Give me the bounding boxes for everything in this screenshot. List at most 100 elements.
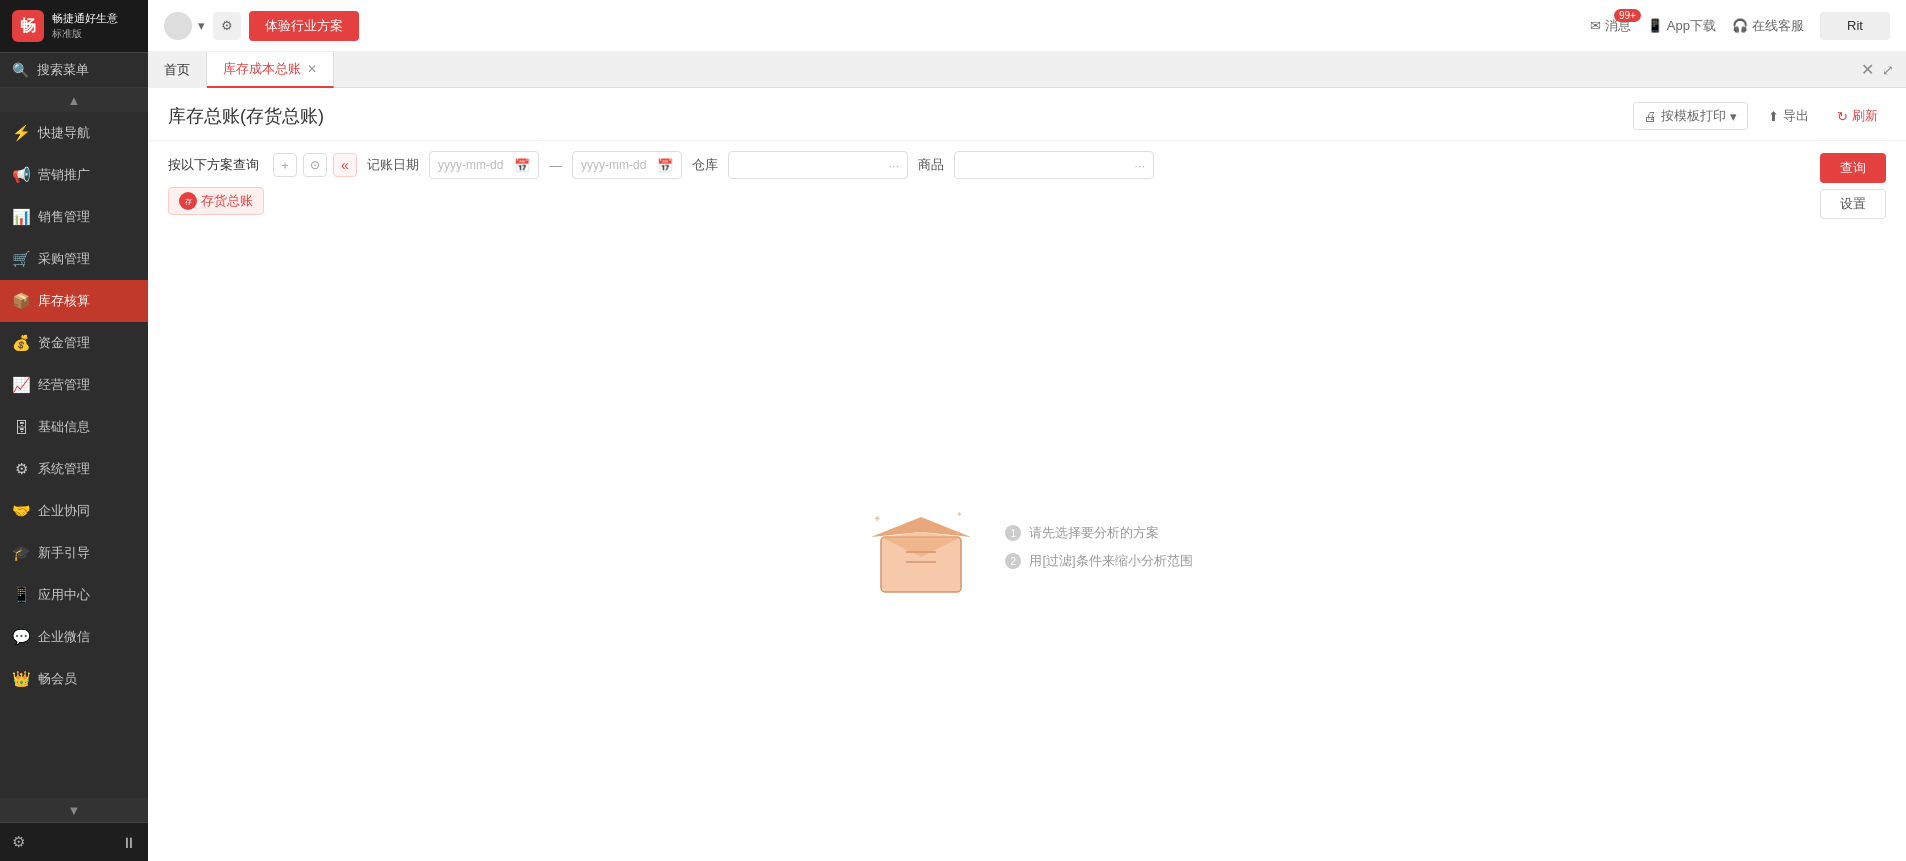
print-dropdown-icon[interactable]: ▾ bbox=[1730, 109, 1737, 124]
page-actions: 🖨 按模板打印 ▾ ⬆ 导出 ↻ 刷新 bbox=[1633, 102, 1886, 130]
refresh-button[interactable]: ↻ 刷新 bbox=[1829, 103, 1886, 129]
hint-2: 2 用[过滤]条件来缩小分析范围 bbox=[1005, 552, 1192, 570]
tabbar-close-button[interactable]: ✕ bbox=[1861, 60, 1874, 79]
date-end-input[interactable]: yyyy-mm-dd 📅 bbox=[572, 151, 682, 179]
shortcuts-icon: ⚡ bbox=[12, 124, 30, 142]
topbar-user-info: Rit bbox=[1820, 12, 1890, 40]
search-icon: 🔍 bbox=[12, 62, 29, 78]
sidebar-item-inventory[interactable]: 📦 库存核算 bbox=[0, 280, 148, 322]
empty-state: ✦ ✦ 1 请先选择要分析的方案 2 用[过滤]条件来缩小分析范围 bbox=[148, 233, 1906, 861]
product-label: 商品 bbox=[918, 156, 944, 174]
filter-add-button[interactable]: ＋ bbox=[273, 153, 297, 177]
sidebar-scroll-up[interactable]: ▲ bbox=[0, 88, 148, 112]
cooperation-icon: 🤝 bbox=[12, 502, 30, 520]
hint-2-num: 2 bbox=[1005, 553, 1021, 569]
filter-label: 按以下方案查询 bbox=[168, 156, 259, 174]
export-icon: ⬆ bbox=[1768, 109, 1779, 124]
message-icon: ✉ bbox=[1590, 18, 1601, 33]
calendar-start-icon: 📅 bbox=[514, 158, 530, 173]
logo-icon: 畅 bbox=[12, 10, 44, 42]
filter-and-actions: 按以下方案查询 ＋ ⊙ « 记账日期 yyyy-mm-dd 📅 — bbox=[148, 141, 1906, 233]
date-label: 记账日期 bbox=[367, 156, 419, 174]
sidebar-nav: ⚡ 快捷导航 📢 营销推广 📊 销售管理 🛒 采购管理 📦 库存核算 💰 资金管… bbox=[0, 112, 148, 798]
finance-icon: 💰 bbox=[12, 334, 30, 352]
trial-button[interactable]: 体验行业方案 bbox=[249, 11, 359, 41]
topbar-settings-button[interactable]: ⚙ bbox=[213, 12, 241, 40]
sidebar-item-marketing[interactable]: 📢 营销推广 bbox=[0, 154, 148, 196]
sidebar-item-basic[interactable]: 🗄 基础信息 bbox=[0, 406, 148, 448]
page-header: 库存总账(存货总账) 🖨 按模板打印 ▾ ⬆ 导出 ↻ 刷新 bbox=[148, 88, 1906, 141]
online-service-button[interactable]: 🎧 在线客服 bbox=[1732, 17, 1804, 35]
sidebar-item-finance[interactable]: 💰 资金管理 bbox=[0, 322, 148, 364]
main-body: 按以下方案查询 ＋ ⊙ « 记账日期 yyyy-mm-dd 📅 — bbox=[148, 141, 1906, 861]
page-content: 库存总账(存货总账) 🖨 按模板打印 ▾ ⬆ 导出 ↻ 刷新 bbox=[148, 88, 1906, 861]
action-col: 查询 设置 bbox=[1820, 151, 1886, 219]
print-button[interactable]: 🖨 按模板打印 ▾ bbox=[1633, 102, 1748, 130]
product-select[interactable]: ··· bbox=[954, 151, 1154, 179]
sidebar-item-system[interactable]: ⚙ 系统管理 bbox=[0, 448, 148, 490]
page-title: 库存总账(存货总账) bbox=[168, 104, 324, 128]
tabbar-resize-button[interactable]: ⤢ bbox=[1882, 62, 1894, 78]
sidebar-item-management[interactable]: 📈 经营管理 bbox=[0, 364, 148, 406]
toggle-icon[interactable]: ⏸ bbox=[121, 834, 136, 851]
main-wrap: ▾ ⚙ 体验行业方案 ✉ 消息 99+ 📱 App下载 🎧 在线客服 Rit bbox=[148, 0, 1906, 861]
newuser-icon: 🎓 bbox=[12, 544, 30, 562]
hint-1: 1 请先选择要分析的方案 bbox=[1005, 524, 1192, 542]
headset-icon: 🎧 bbox=[1732, 18, 1748, 33]
svg-text:✦: ✦ bbox=[873, 513, 881, 524]
gear-icon: ⚙ bbox=[221, 18, 233, 33]
sidebar-item-appstore[interactable]: 📱 应用中心 bbox=[0, 574, 148, 616]
settings-bottom-icon[interactable]: ⚙ bbox=[12, 833, 25, 851]
sidebar: 畅 畅捷通好生意 标准版 🔍 搜索菜单 ▲ ⚡ 快捷导航 📢 营销推广 📊 销售… bbox=[0, 0, 148, 861]
tabbar: 首页 库存成本总账 ✕ ✕ ⤢ bbox=[148, 52, 1906, 88]
date-start-input[interactable]: yyyy-mm-dd 📅 bbox=[429, 151, 539, 179]
sidebar-item-shortcuts[interactable]: ⚡ 快捷导航 bbox=[0, 112, 148, 154]
scheme-icon: 存 bbox=[179, 192, 197, 210]
tab-home[interactable]: 首页 bbox=[148, 52, 207, 88]
sidebar-item-purchase[interactable]: 🛒 采购管理 bbox=[0, 238, 148, 280]
export-button[interactable]: ⬆ 导出 bbox=[1760, 103, 1817, 129]
sidebar-item-newuser[interactable]: 🎓 新手引导 bbox=[0, 532, 148, 574]
svg-text:存: 存 bbox=[185, 198, 192, 205]
sidebar-scroll-down[interactable]: ▼ bbox=[0, 798, 148, 822]
app-download-button[interactable]: 📱 App下载 bbox=[1647, 17, 1716, 35]
topbar-dropdown-icon[interactable]: ▾ bbox=[198, 18, 205, 33]
sidebar-item-member[interactable]: 👑 畅会员 bbox=[0, 658, 148, 700]
system-icon: ⚙ bbox=[12, 460, 30, 478]
mobile-icon: 📱 bbox=[1647, 18, 1663, 33]
sidebar-item-cooperation[interactable]: 🤝 企业协同 bbox=[0, 490, 148, 532]
warehouse-more-icon: ··· bbox=[888, 158, 899, 173]
empty-hints: 1 请先选择要分析的方案 2 用[过滤]条件来缩小分析范围 bbox=[1005, 524, 1192, 570]
filter-collapse-button[interactable]: « bbox=[333, 153, 357, 177]
scheme-tag[interactable]: 存 存货总账 bbox=[168, 187, 264, 215]
warehouse-label: 仓库 bbox=[692, 156, 718, 174]
warehouse-select[interactable]: ··· bbox=[728, 151, 908, 179]
refresh-icon: ↻ bbox=[1837, 109, 1848, 124]
sidebar-search[interactable]: 🔍 搜索菜单 bbox=[0, 53, 148, 88]
topbar-user-area[interactable]: ▾ bbox=[164, 12, 205, 40]
message-button[interactable]: ✉ 消息 99+ bbox=[1590, 17, 1631, 35]
sidebar-item-sales[interactable]: 📊 销售管理 bbox=[0, 196, 148, 238]
topbar-right: ✉ 消息 99+ 📱 App下载 🎧 在线客服 Rit bbox=[1590, 12, 1890, 40]
member-icon: 👑 bbox=[12, 670, 30, 688]
scheme-name: 存货总账 bbox=[201, 192, 253, 210]
query-button[interactable]: 查询 bbox=[1820, 153, 1886, 183]
product-more-icon: ··· bbox=[1134, 158, 1145, 173]
filter-icons: ＋ ⊙ « bbox=[273, 153, 357, 177]
wechat-icon: 💬 bbox=[12, 628, 30, 646]
topbar-left: ▾ ⚙ 体验行业方案 bbox=[164, 11, 1580, 41]
setting-button[interactable]: 设置 bbox=[1820, 189, 1886, 219]
sidebar-bottom: ⚙ ⏸ bbox=[0, 822, 148, 861]
avatar bbox=[164, 12, 192, 40]
sidebar-item-wechat[interactable]: 💬 企业微信 bbox=[0, 616, 148, 658]
tab-close-icon[interactable]: ✕ bbox=[307, 62, 317, 76]
filter-edit-button[interactable]: ⊙ bbox=[303, 153, 327, 177]
inventory-icon: 📦 bbox=[12, 292, 30, 310]
tab-inventory-ledger[interactable]: 库存成本总账 ✕ bbox=[207, 52, 334, 88]
filter-row-2: 存 存货总账 bbox=[168, 187, 1810, 215]
hint-1-num: 1 bbox=[1005, 525, 1021, 541]
sales-icon: 📊 bbox=[12, 208, 30, 226]
topbar: ▾ ⚙ 体验行业方案 ✉ 消息 99+ 📱 App下载 🎧 在线客服 Rit bbox=[148, 0, 1906, 52]
svg-text:✦: ✦ bbox=[956, 510, 963, 519]
hint-1-text: 请先选择要分析的方案 bbox=[1029, 524, 1159, 542]
